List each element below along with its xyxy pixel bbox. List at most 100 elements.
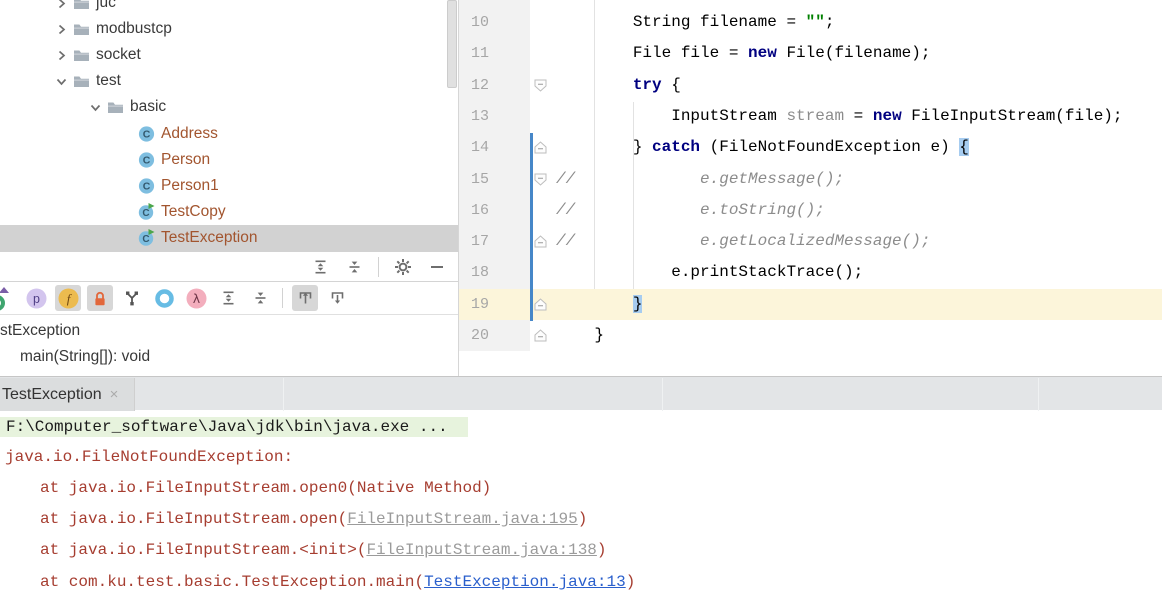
folder-icon <box>73 74 90 88</box>
structure-item[interactable]: main(String[]): void <box>20 344 150 370</box>
folder-icon <box>73 22 90 36</box>
code-line[interactable]: public static void main(String[] args) { <box>459 0 1162 7</box>
stack-text: ) <box>625 573 636 591</box>
tree-item-person[interactable]: C Person <box>0 147 458 173</box>
line-number: 15 <box>470 170 489 188</box>
expand-all-icon[interactable] <box>307 254 333 280</box>
tree-item-basic[interactable]: basic <box>0 94 458 120</box>
fold-marker-icon[interactable] <box>534 329 547 342</box>
code-line-10[interactable]: 10 String filename = ""; <box>459 7 1162 38</box>
console-tab-testexception[interactable]: TestException × <box>0 378 135 411</box>
code-text: e.printStackTrace(); <box>556 257 863 288</box>
code-line-20[interactable]: 20 } <box>459 320 1162 351</box>
code-line-17[interactable]: 17 // e.getLocalizedMessage(); <box>459 226 1162 257</box>
tree-item-testcopy[interactable]: C TestCopy <box>0 199 458 225</box>
structure-item[interactable]: stException <box>0 318 80 344</box>
code-line-18[interactable]: 18 e.printStackTrace(); <box>459 257 1162 288</box>
console-stack-line: at java.io.FileInputStream.<init>(FileIn… <box>40 535 607 565</box>
code-segment: ; <box>824 13 835 31</box>
vcs-change-bar[interactable] <box>530 133 533 321</box>
tree-item-modbustcp[interactable]: modbustcp <box>0 16 458 42</box>
code-text: // e.toString(); <box>556 195 825 226</box>
code-text: InputStream stream = new FileInputStream… <box>556 101 1122 132</box>
tabbar-divider <box>1038 378 1039 411</box>
code-line-15[interactable]: 15 // e.getMessage(); <box>459 164 1162 195</box>
tree-item-juc[interactable]: juc <box>0 0 458 16</box>
code-line-13[interactable]: 13 InputStream stream = new FileInputStr… <box>459 101 1162 132</box>
chevron-down-icon[interactable] <box>87 101 103 113</box>
fields-icon[interactable]: f <box>55 285 81 311</box>
folder-icon <box>73 48 90 62</box>
line-number: 18 <box>470 264 489 282</box>
fold-marker-icon[interactable] <box>534 298 547 311</box>
lambda-icon[interactable]: λ <box>183 285 209 311</box>
code-line-19[interactable]: 19 } <box>459 288 1162 320</box>
console-tab-bar: TestException × <box>0 376 1162 411</box>
tree-item-address[interactable]: C Address <box>0 121 458 147</box>
scroll-from-source-icon[interactable] <box>324 285 350 311</box>
fold-marker-icon[interactable] <box>534 141 547 154</box>
settings-icon[interactable] <box>390 254 416 280</box>
code-segment: { <box>959 138 969 157</box>
chevron-right-icon[interactable] <box>53 0 69 9</box>
stack-link[interactable]: FileInputStream.java:138 <box>366 541 596 559</box>
lock-icon[interactable] <box>87 285 113 311</box>
group-methods-icon[interactable] <box>119 285 145 311</box>
tree-scrollbar-thumb[interactable] <box>447 0 457 88</box>
properties-icon[interactable]: p <box>23 285 49 311</box>
code-text: public static void main(String[] args) { <box>556 0 978 7</box>
line-number: 19 <box>470 295 489 313</box>
chevron-right-icon[interactable] <box>53 23 69 35</box>
tree-item-label: juc <box>96 0 116 11</box>
stack-link[interactable]: TestException.java:13 <box>424 573 626 591</box>
collapse-all-icon[interactable] <box>341 254 367 280</box>
console-tab-label: TestException <box>2 385 102 403</box>
line-number: 11 <box>470 45 489 63</box>
fold-marker-icon[interactable] <box>534 79 547 92</box>
code-editor[interactable]: public static void main(String[] args) {… <box>459 0 1162 351</box>
code-text: } <box>556 289 643 320</box>
code-line-14[interactable]: 14 } catch (FileNotFoundException e) { <box>459 132 1162 163</box>
folder-icon <box>73 0 90 10</box>
toolbar-divider <box>378 256 379 277</box>
code-segment: File file = <box>556 44 749 63</box>
chevron-down-icon[interactable] <box>53 75 69 87</box>
tree-item-test[interactable]: test <box>0 68 458 94</box>
line-number: 20 <box>470 327 489 344</box>
code-line-12[interactable]: 12 try { <box>459 70 1162 101</box>
tree-item-socket[interactable]: socket <box>0 42 458 68</box>
code-line-11[interactable]: 11 File file = new File(filename); <box>459 38 1162 69</box>
run-console: TestException × F:\Computer_software\Jav… <box>0 376 1162 612</box>
tree-item-testexception[interactable]: C TestException <box>0 224 458 251</box>
code-text: // e.getMessage(); <box>556 164 844 195</box>
code-line-16[interactable]: 16 // e.toString(); <box>459 195 1162 226</box>
chevron-right-icon[interactable] <box>53 49 69 61</box>
inherited-icon[interactable] <box>151 285 177 311</box>
class-runnable-icon: C <box>138 203 155 220</box>
code-segment: new <box>872 106 902 125</box>
console-command-line: F:\Computer_software\Java\jdk\bin\java.e… <box>0 412 468 442</box>
class-icon: C <box>138 151 155 168</box>
close-icon[interactable]: × <box>110 386 119 403</box>
code-segment: // e.toString(); <box>556 200 825 219</box>
stack-link[interactable]: FileInputStream.java:195 <box>347 510 577 528</box>
hide-icon[interactable] <box>424 254 450 280</box>
tree-item-person1[interactable]: C Person1 <box>0 173 458 199</box>
code-text: try { <box>556 70 681 101</box>
visibility-part-icon[interactable] <box>0 285 17 311</box>
ide-window: juc modbustcp socket test basic C Address C Pers… <box>0 0 1162 612</box>
collapse-all-icon[interactable] <box>247 285 273 311</box>
code-segment: stream <box>786 106 845 125</box>
stack-text: at java.io.FileInputStream.open( <box>40 510 348 528</box>
fold-marker-icon[interactable] <box>534 173 547 186</box>
svg-text:p: p <box>33 292 40 306</box>
stack-text: at java.io.FileInputStream.<init>( <box>40 541 367 559</box>
expand-all-icon[interactable] <box>215 285 241 311</box>
class-icon: C <box>138 177 155 194</box>
fold-marker-icon[interactable] <box>534 235 547 248</box>
line-number: 12 <box>470 76 489 94</box>
stack-text: at com.ku.test.basic.TestException.main( <box>40 573 425 591</box>
scroll-to-source-icon[interactable] <box>292 285 318 311</box>
toolbar-divider <box>282 288 283 308</box>
console-stack-line: at com.ku.test.basic.TestException.main(… <box>40 567 635 597</box>
